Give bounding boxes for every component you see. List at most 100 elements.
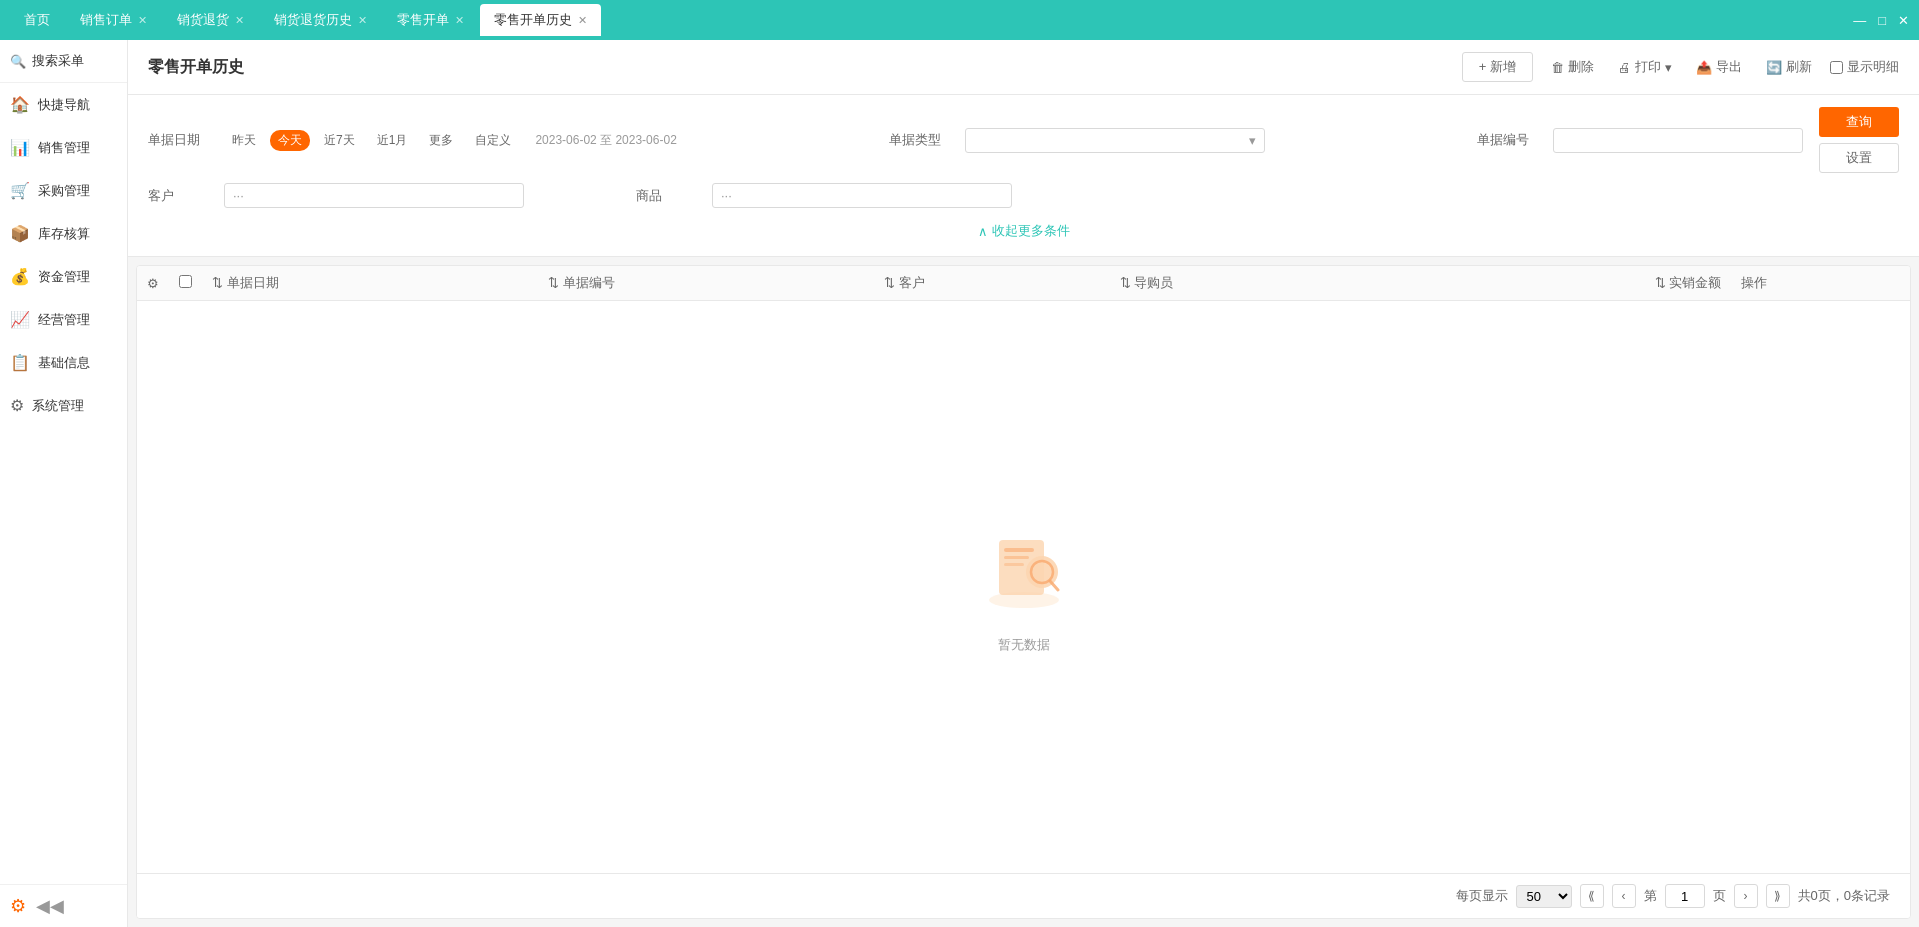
sidebar-icon: 📋 [10, 353, 30, 372]
refresh-icon: 🔄 [1766, 60, 1782, 75]
date-options: 昨天今天近7天近1月更多自定义 [224, 130, 519, 151]
sidebar-item-资金管理[interactable]: 💰 资金管理 [0, 255, 127, 298]
settings-button[interactable]: 设置 [1819, 143, 1899, 173]
refresh-button[interactable]: 🔄 刷新 [1760, 54, 1818, 80]
date-option-今天[interactable]: 今天 [270, 130, 310, 151]
tab-首页[interactable]: 首页 [10, 4, 64, 36]
print-button[interactable]: 🖨 打印 ▾ [1612, 54, 1678, 80]
tab-零售开单[interactable]: 零售开单 ✕ [383, 4, 478, 36]
header-actions: + 新增 🗑 删除 🖨 打印 ▾ 📤 导出 🔄 刷新 [1462, 52, 1899, 82]
table-header-guide[interactable]: ⇅ 导购员 [1110, 266, 1396, 301]
sidebar-bottom: ⚙ ◀◀ [0, 884, 127, 927]
tab-销售订单[interactable]: 销售订单 ✕ [66, 4, 161, 36]
table-header-date[interactable]: ⇅ 单据日期 [202, 266, 538, 301]
next-page-btn[interactable]: › [1734, 884, 1758, 908]
goods-input[interactable]: ··· [712, 183, 1012, 208]
page-input[interactable] [1665, 884, 1705, 908]
svg-rect-2 [1004, 548, 1034, 552]
filter-area: 单据日期 昨天今天近7天近1月更多自定义 2023-06-02 至 2023-0… [128, 95, 1919, 257]
tab-close-icon[interactable]: ✕ [235, 14, 244, 27]
tab-销货退货历史[interactable]: 销货退货历史✕ [260, 4, 381, 36]
print-icon: 🖨 [1618, 60, 1631, 75]
date-option-更多[interactable]: 更多 [421, 130, 461, 151]
sidebar-item-库存核算[interactable]: 📦 库存核算 [0, 212, 127, 255]
tab-label: 零售开单 [397, 11, 449, 29]
number-label: 单据编号 [1477, 131, 1537, 149]
tab-销货退货[interactable]: 销货退货 ✕ [163, 4, 258, 36]
delete-button[interactable]: 🗑 删除 [1545, 54, 1600, 80]
number-input[interactable] [1553, 128, 1803, 153]
date-option-近1月[interactable]: 近1月 [369, 130, 416, 151]
show-detail-checkbox[interactable]: 显示明细 [1830, 58, 1899, 76]
tab-label: 销售订单 [80, 11, 132, 29]
collapse-filters-label: 收起更多条件 [992, 222, 1070, 240]
main-layout: 🔍 搜索采单 🏠 快捷导航📊 销售管理🛒 采购管理📦 库存核算💰 资金管理📈 经… [0, 40, 1919, 927]
type-label: 单据类型 [889, 131, 949, 149]
customer-input[interactable]: ··· [224, 183, 524, 208]
add-button[interactable]: + 新增 [1462, 52, 1533, 82]
select-all-checkbox[interactable] [179, 275, 192, 288]
tab-close-icon[interactable]: ✕ [578, 14, 587, 27]
collapse-filters-btn[interactable]: ∧ 收起更多条件 [148, 218, 1899, 244]
collapse-sidebar-icon[interactable]: ◀◀ [36, 895, 64, 917]
tab-label: 销货退货 [177, 11, 229, 29]
sidebar-icon: 🏠 [10, 95, 30, 114]
type-select[interactable]: ▾ [965, 128, 1265, 153]
detail-checkbox-input[interactable] [1830, 61, 1843, 74]
content-area: 零售开单历史 + 新增 🗑 删除 🖨 打印 ▾ 📤 导出 🔄 [128, 40, 1919, 927]
per-page-select[interactable]: 50 10 20 100 [1516, 885, 1572, 908]
export-button[interactable]: 📤 导出 [1690, 54, 1748, 80]
sidebar-item-label: 资金管理 [38, 268, 90, 286]
table-header-amount[interactable]: ⇅ 实销金额 [1395, 266, 1731, 301]
print-dropdown-icon: ▾ [1665, 60, 1672, 75]
sidebar-icon: 📦 [10, 224, 30, 243]
export-icon: 📤 [1696, 60, 1712, 75]
page-suffix: 页 [1713, 887, 1726, 905]
date-option-近7天[interactable]: 近7天 [316, 130, 363, 151]
first-page-btn[interactable]: ⟪ [1580, 884, 1604, 908]
sidebar-item-基础信息[interactable]: 📋 基础信息 [0, 341, 127, 384]
sidebar-search-label: 搜索采单 [32, 52, 84, 70]
empty-state: 暂无数据 [137, 301, 1910, 873]
sidebar-item-经营管理[interactable]: 📈 经营管理 [0, 298, 127, 341]
sidebar-item-销售管理[interactable]: 📊 销售管理 [0, 126, 127, 169]
tab-零售开单历史[interactable]: 零售开单历史 ✕ [480, 4, 601, 36]
prev-page-btn[interactable]: ‹ [1612, 884, 1636, 908]
sidebar-search[interactable]: 🔍 搜索采单 [0, 40, 127, 83]
tab-close-icon[interactable]: ✕ [455, 14, 464, 27]
sidebar-icon: ⚙ [10, 396, 24, 415]
settings-icon[interactable]: ⚙ [10, 895, 26, 917]
sidebar-item-label: 快捷导航 [38, 96, 90, 114]
sidebar-item-采购管理[interactable]: 🛒 采购管理 [0, 169, 127, 212]
table-header-action: 操作 [1731, 266, 1910, 301]
customer-label: 客户 [148, 187, 208, 205]
date-option-自定义[interactable]: 自定义 [467, 130, 519, 151]
last-page-btn[interactable]: ⟫ [1766, 884, 1790, 908]
table-header-customer[interactable]: ⇅ 客户 [874, 266, 1109, 301]
sidebar-item-label: 销售管理 [38, 139, 90, 157]
empty-text: 暂无数据 [998, 636, 1050, 654]
goods-placeholder: ··· [721, 188, 732, 203]
chevron-up-icon: ∧ [978, 224, 988, 239]
filter-row-1: 单据日期 昨天今天近7天近1月更多自定义 2023-06-02 至 2023-0… [148, 107, 1899, 173]
tab-close-icon[interactable]: ✕ [138, 14, 147, 27]
sidebar-item-系统管理[interactable]: ⚙ 系统管理 [0, 384, 127, 427]
window-max-btn[interactable]: □ [1878, 13, 1886, 28]
delete-icon: 🗑 [1551, 60, 1564, 75]
sidebar-item-label: 基础信息 [38, 354, 90, 372]
query-button[interactable]: 查询 [1819, 107, 1899, 137]
tab-label: 首页 [24, 11, 50, 29]
tab-label: 零售开单历史 [494, 11, 572, 29]
table-header-settings[interactable]: ⚙ [137, 266, 169, 301]
pagination: 每页显示 50 10 20 100 ⟪ ‹ 第 页 › ⟫ 共0页，0条记录 [137, 873, 1910, 918]
window-min-btn[interactable]: — [1853, 13, 1866, 28]
sidebar-item-快捷导航[interactable]: 🏠 快捷导航 [0, 83, 127, 126]
sidebar: 🔍 搜索采单 🏠 快捷导航📊 销售管理🛒 采购管理📦 库存核算💰 资金管理📈 经… [0, 40, 128, 927]
window-close-btn[interactable]: ✕ [1898, 13, 1909, 28]
sidebar-item-label: 经营管理 [38, 311, 90, 329]
table-header-number[interactable]: ⇅ 单据编号 [538, 266, 874, 301]
tab-close-icon[interactable]: ✕ [358, 14, 367, 27]
table-header-checkbox[interactable] [169, 266, 202, 301]
data-table: ⚙ ⇅ 单据日期 ⇅ 单据编号 ⇅ 客户 [137, 266, 1910, 301]
date-option-昨天[interactable]: 昨天 [224, 130, 264, 151]
